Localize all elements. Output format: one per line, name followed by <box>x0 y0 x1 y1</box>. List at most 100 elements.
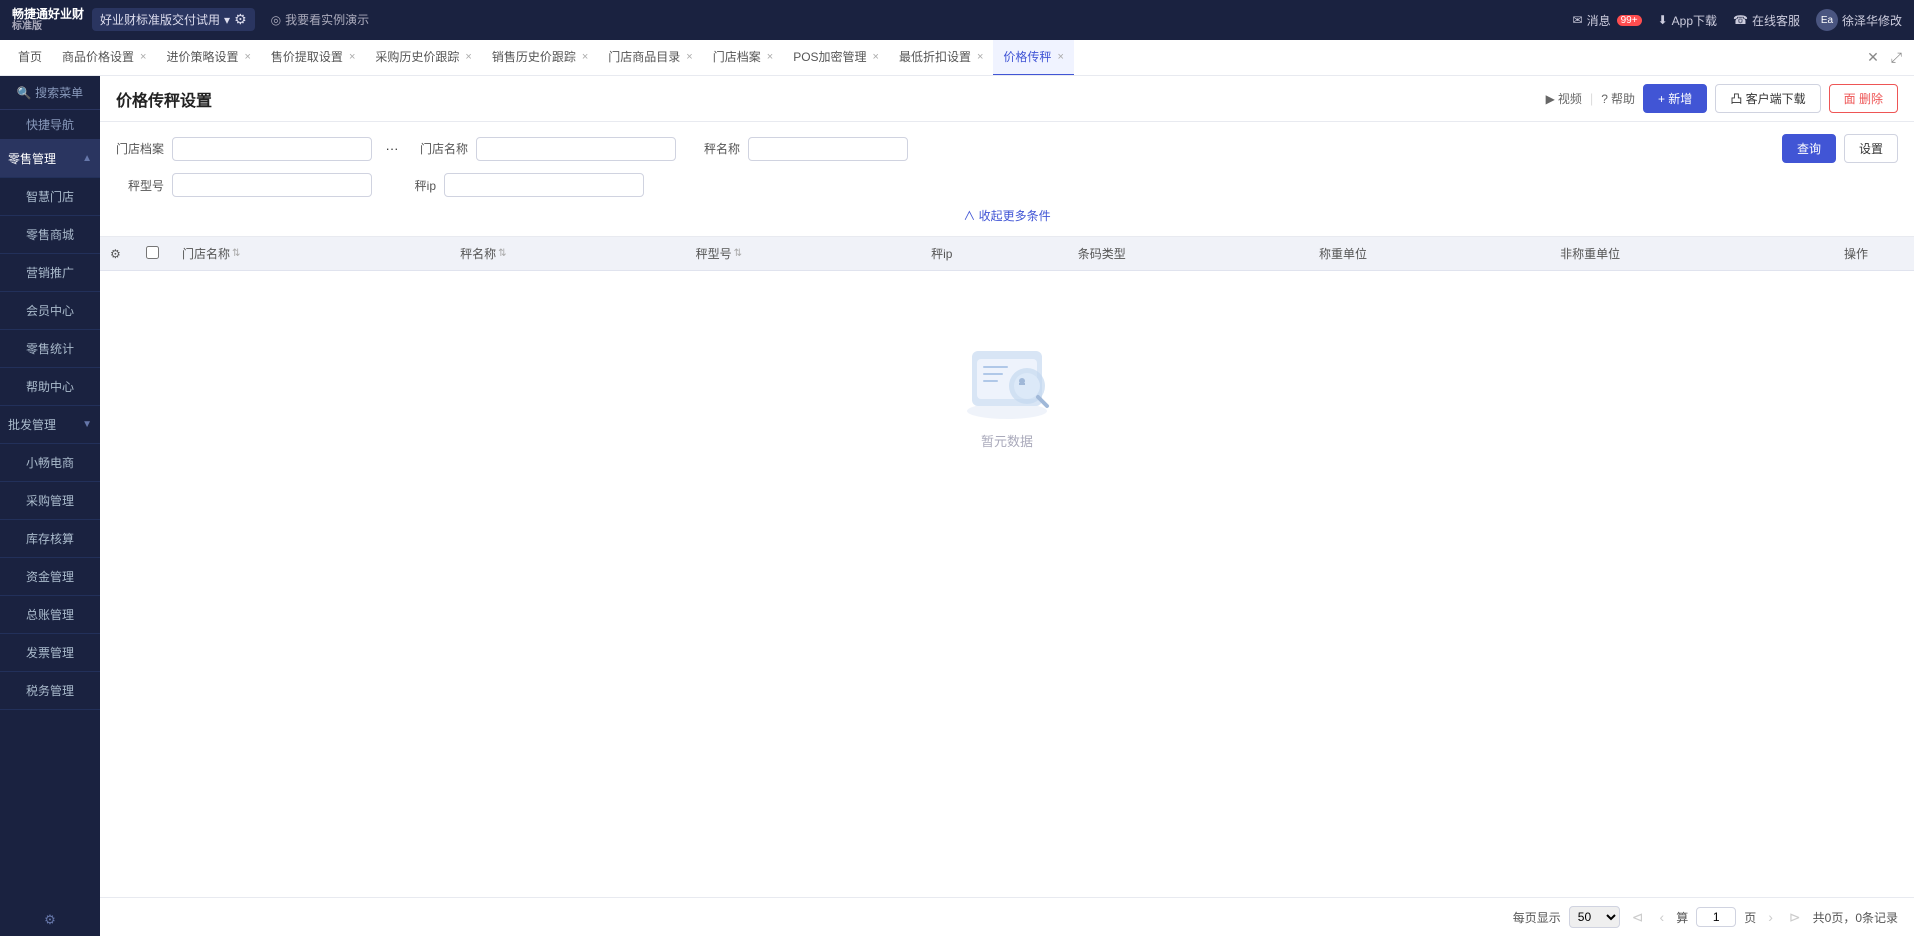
sidebar-item-general-ledger[interactable]: 总账管理 <box>0 596 100 634</box>
sidebar-item-retail-mall[interactable]: 零售商城 <box>0 216 100 254</box>
page-actions: ▶ 视频 | ? 帮助 + 新增 凸 客户端下载 面 删除 <box>1546 84 1898 113</box>
sidebar-item-finance[interactable]: 资金管理 <box>0 558 100 596</box>
messages-action[interactable]: ✉ 消息 99+ <box>1573 12 1642 29</box>
delete-button[interactable]: 面 删除 <box>1829 84 1898 113</box>
sidebar-item-invoice-mgmt[interactable]: 发票管理 <box>0 634 100 672</box>
store-name-input[interactable] <box>476 137 676 161</box>
gear-icon: ⚙ <box>44 912 56 927</box>
tab-purchase-history[interactable]: 采购历史价跟踪 × <box>365 40 481 76</box>
tab-bar: 首页 商品价格设置 × 进价策略设置 × 售价提取设置 × 采购历史价跟踪 × … <box>0 40 1914 76</box>
sidebar-item-smart-store[interactable]: 智慧门店 <box>0 178 100 216</box>
settings-filter-button[interactable]: 设置 <box>1844 134 1898 163</box>
user-info[interactable]: Ea 徐泽华修改 <box>1816 9 1902 31</box>
close-tab-sale-price[interactable]: × <box>349 51 355 63</box>
sidebar-item-purchase-mgmt[interactable]: 采购管理 <box>0 482 100 520</box>
sidebar-item-wholesale-mgmt[interactable]: 批发管理 ▼ <box>0 406 100 444</box>
select-all-checkbox[interactable] <box>146 246 159 259</box>
sort-icon: ⇅ <box>232 248 240 259</box>
tab-min-discount[interactable]: 最低折扣设置 × <box>889 40 993 76</box>
close-tab-purchase-strategy[interactable]: × <box>244 51 250 63</box>
store-profile-input[interactable] <box>172 137 372 161</box>
filter-scale-model: 秤型号 <box>116 173 372 197</box>
tab-sale-price[interactable]: 售价提取设置 × <box>261 40 365 76</box>
filter-row-1: 门店档案 ··· 门店名称 秤名称 查询 设置 <box>116 134 1898 163</box>
tab-price-transfer[interactable]: 价格传秤 × <box>993 40 1073 76</box>
tab-home[interactable]: 首页 <box>8 40 52 76</box>
app-logo: 畅捷通好业财 标准版 <box>12 7 84 33</box>
empty-state: 暂元数据 <box>100 271 1914 510</box>
th-store-name: 门店名称 ⇅ <box>172 237 450 271</box>
filter-scale-ip: 秤ip <box>388 173 644 197</box>
close-tab-store-profile[interactable]: × <box>767 51 773 63</box>
chevron-up-icon: ▲ <box>82 153 92 164</box>
th-scale-ip: 秤ip <box>921 237 1068 271</box>
sidebar-item-retail-stats[interactable]: 零售统计 <box>0 330 100 368</box>
sidebar-settings-btn[interactable]: ⚙ <box>0 904 100 936</box>
sort-scale-model[interactable]: 秤型号 ⇅ <box>696 245 742 262</box>
close-all-tabs-btn[interactable]: ✕ <box>1863 47 1883 68</box>
tab-price-settings[interactable]: 商品价格设置 × <box>52 40 156 76</box>
filter-area: 门店档案 ··· 门店名称 秤名称 查询 设置 <box>100 122 1914 237</box>
add-button[interactable]: + 新增 <box>1643 84 1707 113</box>
store-profile-dots-btn[interactable]: ··· <box>380 141 404 156</box>
main-layout: 🔍 搜索菜单 快捷导航 零售管理 ▲ 智慧门店 零售商城 营销推广 会员中心 零… <box>0 76 1914 936</box>
demo-link[interactable]: ◎ 我要看实例演示 <box>271 11 370 28</box>
sidebar-item-help-center[interactable]: 帮助中心 <box>0 368 100 406</box>
sidebar-item-marketing[interactable]: 营销推广 <box>0 254 100 292</box>
tab-store-profile[interactable]: 门店档案 × <box>703 40 783 76</box>
sort-icon: ⇅ <box>734 248 742 259</box>
filter-store-name: 门店名称 <box>420 137 676 161</box>
scale-model-input[interactable] <box>172 173 372 197</box>
first-page-btn[interactable]: ⊲ <box>1628 907 1648 928</box>
play-icon: ◎ <box>271 13 281 27</box>
version-selector[interactable]: 好业财标准版交付试用 ▾ ⚙ <box>92 8 255 31</box>
sidebar-search[interactable]: 🔍 搜索菜单 <box>0 76 100 110</box>
tab-purchase-strategy[interactable]: 进价策略设置 × <box>156 40 260 76</box>
sort-scale-name[interactable]: 秤名称 ⇅ <box>460 245 506 262</box>
close-tab-pos-management[interactable]: × <box>873 51 879 63</box>
prev-page-btn[interactable]: ‹ <box>1656 907 1669 927</box>
sidebar-item-tax-mgmt[interactable]: 税务管理 <box>0 672 100 710</box>
close-tab-min-discount[interactable]: × <box>977 51 983 63</box>
th-operation: 操作 <box>1834 237 1914 271</box>
query-button[interactable]: 查询 <box>1782 134 1836 163</box>
video-icon: ▶ <box>1546 92 1555 106</box>
th-checkbox <box>136 237 172 271</box>
empty-text: 暂元数据 <box>981 431 1033 450</box>
sidebar-item-retail-mgmt[interactable]: 零售管理 ▲ <box>0 140 100 178</box>
expand-tabs-btn[interactable]: ⤢ <box>1887 47 1906 68</box>
filter-scale-name: 秤名称 <box>692 137 908 161</box>
collapse-filter-btn[interactable]: ∧ 收起更多条件 <box>116 207 1898 224</box>
message-icon: ✉ <box>1573 13 1583 27</box>
scale-ip-input[interactable] <box>444 173 644 197</box>
close-tab-purchase-history[interactable]: × <box>465 51 471 63</box>
close-tab-store-catalog[interactable]: × <box>686 51 692 63</box>
sidebar-item-xiaochang-ecom[interactable]: 小畅电商 <box>0 444 100 482</box>
tab-store-catalog[interactable]: 门店商品目录 × <box>598 40 702 76</box>
page-size-select[interactable]: 50 10 20 100 <box>1569 906 1620 928</box>
content-area: 价格传秤设置 ▶ 视频 | ? 帮助 + 新增 凸 客户端下载 面 删除 <box>100 76 1914 936</box>
next-page-btn[interactable]: › <box>1764 907 1777 927</box>
settings-icon[interactable]: ⚙ <box>234 11 247 28</box>
app-download-action[interactable]: ⬇ App下载 <box>1658 12 1717 29</box>
table-gear-icon[interactable]: ⚙ <box>110 247 121 261</box>
close-tab-sale-history[interactable]: × <box>582 51 588 63</box>
page-number-input[interactable] <box>1696 907 1736 927</box>
online-service-action[interactable]: ☎ 在线客服 <box>1733 12 1800 29</box>
sidebar-item-inventory[interactable]: 库存核算 <box>0 520 100 558</box>
chevron-down-icon: ▼ <box>82 419 92 430</box>
sort-store-name[interactable]: 门店名称 ⇅ <box>182 245 240 262</box>
header-left: 畅捷通好业财 标准版 好业财标准版交付试用 ▾ ⚙ ◎ 我要看实例演示 <box>12 7 369 33</box>
chevron-down-icon: ▾ <box>224 13 230 27</box>
download-client-button[interactable]: 凸 客户端下载 <box>1715 84 1820 113</box>
video-link[interactable]: ▶ 视频 <box>1546 90 1582 107</box>
sidebar-item-member-center[interactable]: 会员中心 <box>0 292 100 330</box>
tab-pos-management[interactable]: POS加密管理 × <box>783 40 889 76</box>
tab-sale-history[interactable]: 销售历史价跟踪 × <box>482 40 598 76</box>
close-tab-price-settings[interactable]: × <box>140 51 146 63</box>
last-page-btn[interactable]: ⊳ <box>1785 907 1805 928</box>
help-link[interactable]: ? 帮助 <box>1601 90 1635 107</box>
scale-name-input[interactable] <box>748 137 908 161</box>
close-tab-price-transfer[interactable]: × <box>1057 51 1063 63</box>
sidebar-quick-nav[interactable]: 快捷导航 <box>0 110 100 140</box>
